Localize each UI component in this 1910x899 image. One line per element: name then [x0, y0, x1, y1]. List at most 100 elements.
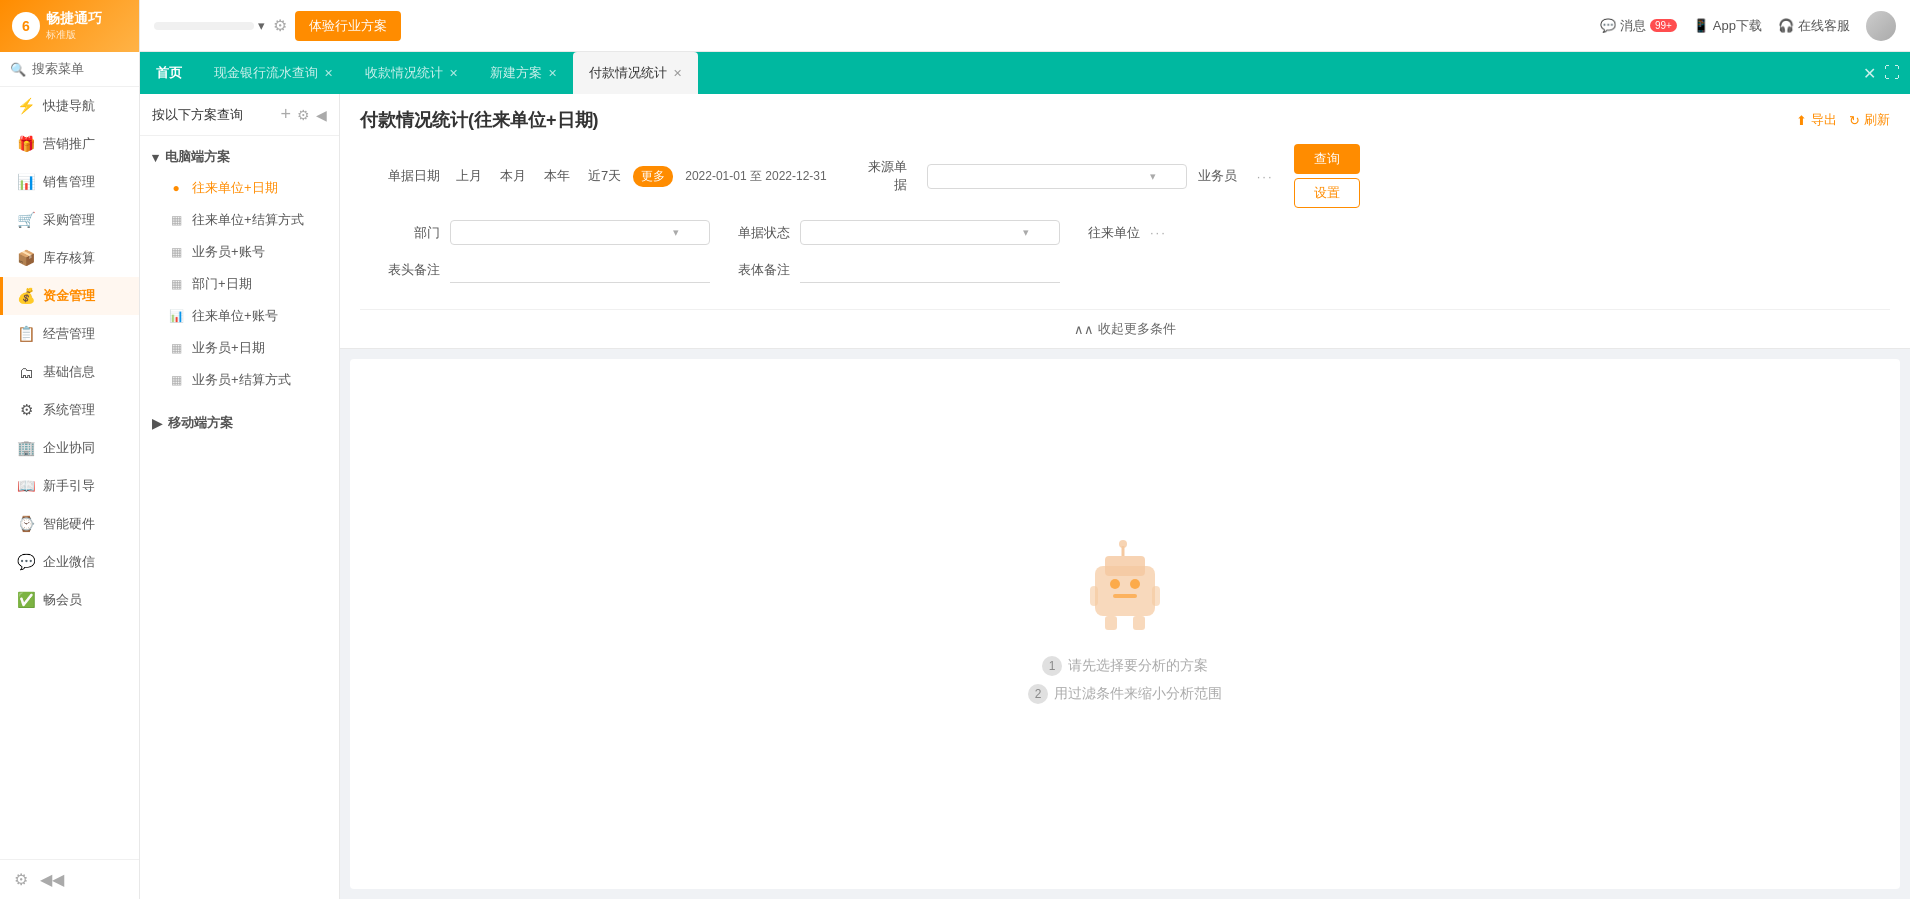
- collapse-sidebar-icon[interactable]: ◀◀: [40, 870, 64, 889]
- dept-dropdown-arrow: ▾: [673, 226, 679, 239]
- scheme-item-staff-settle[interactable]: ▦ 业务员+结算方式: [140, 364, 339, 396]
- tab-new-scheme[interactable]: 新建方案 ✕: [474, 52, 573, 94]
- scheme-settings-btn[interactable]: ⚙: [297, 107, 310, 123]
- hint-num-2: 2: [1028, 684, 1048, 704]
- refresh-icon: ↻: [1849, 113, 1860, 128]
- sidebar-item-hardware[interactable]: ⌚ 智能硬件: [0, 505, 139, 543]
- scheme-item-dept-date[interactable]: ▦ 部门+日期: [140, 268, 339, 300]
- sidebar-item-guide[interactable]: 📖 新手引导: [0, 467, 139, 505]
- tab-new-scheme-label: 新建方案: [490, 64, 542, 82]
- basic-icon: 🗂: [17, 363, 35, 381]
- collapse-more-row: ∧∧ 收起更多条件: [360, 309, 1890, 348]
- sidebar-item-wechat[interactable]: 💬 企业微信: [0, 543, 139, 581]
- header-note-label: 表头备注: [380, 261, 450, 279]
- tab-new-scheme-close[interactable]: ✕: [548, 67, 557, 80]
- refresh-btn[interactable]: ↻ 刷新: [1849, 111, 1890, 129]
- sidebar-item-sales[interactable]: 📊 销售管理: [0, 163, 139, 201]
- app-download-label: App下载: [1713, 17, 1762, 35]
- desktop-group-label: 电脑端方案: [165, 148, 230, 166]
- status-select[interactable]: ▾: [800, 220, 1060, 245]
- collapse-icon: ∧∧: [1074, 322, 1094, 337]
- settings-outline-btn[interactable]: 设置: [1294, 178, 1360, 208]
- company-name: [154, 22, 254, 30]
- staff-settle-label: 业务员+结算方式: [192, 371, 291, 389]
- sidebar-label-sales: 销售管理: [43, 173, 95, 191]
- scheme-collapse-btn[interactable]: ◀: [316, 107, 327, 123]
- body-note-input[interactable]: [800, 257, 1060, 283]
- partner-date-icon: ●: [168, 180, 184, 196]
- scheme-item-partner-date[interactable]: ● 往来单位+日期: [140, 172, 339, 204]
- hardware-icon: ⌚: [17, 515, 35, 533]
- dept-date-label: 部门+日期: [192, 275, 252, 293]
- sidebar-label-system: 系统管理: [43, 401, 95, 419]
- staff-filter-dots[interactable]: ···: [1257, 169, 1274, 184]
- desktop-group-header[interactable]: ▾ 电脑端方案: [140, 142, 339, 172]
- staff-date-label: 业务员+日期: [192, 339, 265, 357]
- sidebar-item-inventory[interactable]: 📦 库存核算: [0, 239, 139, 277]
- search-menu[interactable]: 🔍 搜索菜单: [0, 52, 139, 87]
- sidebar-item-purchase[interactable]: 🛒 采购管理: [0, 201, 139, 239]
- date-last-month-btn[interactable]: 上月: [450, 165, 488, 187]
- scheme-item-staff-date[interactable]: ▦ 业务员+日期: [140, 332, 339, 364]
- add-scheme-btn[interactable]: +: [280, 104, 291, 125]
- close-all-tabs-btn[interactable]: ✕: [1863, 64, 1876, 83]
- mobile-group-header[interactable]: ▶ 移动端方案: [140, 408, 339, 438]
- sidebar-item-system[interactable]: ⚙ 系统管理: [0, 391, 139, 429]
- dept-select[interactable]: ▾: [450, 220, 710, 245]
- sidebar-item-operation[interactable]: 📋 经营管理: [0, 315, 139, 353]
- online-service-btn[interactable]: 🎧 在线客服: [1778, 17, 1850, 35]
- source-select[interactable]: ▾: [927, 164, 1187, 189]
- purchase-icon: 🛒: [17, 211, 35, 229]
- page-header-actions: ⬆ 导出 ↻ 刷新: [1796, 111, 1890, 129]
- scheme-item-partner-account[interactable]: 📊 往来单位+账号: [140, 300, 339, 332]
- sidebar-item-basic[interactable]: 🗂 基础信息: [0, 353, 139, 391]
- scheme-item-staff-account[interactable]: ▦ 业务员+账号: [140, 236, 339, 268]
- collapse-more-btn[interactable]: ∧∧ 收起更多条件: [1074, 320, 1176, 338]
- tab-bank-flow[interactable]: 现金银行流水查询 ✕: [198, 52, 349, 94]
- collapse-label: 收起更多条件: [1098, 320, 1176, 338]
- user-avatar[interactable]: [1866, 11, 1896, 41]
- company-selector[interactable]: ▾: [154, 18, 265, 33]
- expand-tabs-btn[interactable]: ⛶: [1884, 64, 1900, 82]
- partner-filter-dots[interactable]: ···: [1150, 225, 1167, 240]
- logo-letter: 6: [22, 18, 30, 34]
- mobile-group-label: 移动端方案: [168, 414, 233, 432]
- app-download-btn[interactable]: 📱 App下载: [1693, 17, 1762, 35]
- export-btn[interactable]: ⬆ 导出: [1796, 111, 1837, 129]
- tab-home[interactable]: 首页: [140, 52, 198, 94]
- sidebar-item-member[interactable]: ✅ 畅会员: [0, 581, 139, 619]
- date-buttons: 上月 本月 本年 近7天 更多 2022-01-01 至 2022-12-31: [450, 165, 827, 187]
- tab-collection-close[interactable]: ✕: [449, 67, 458, 80]
- sidebar-item-quick-nav[interactable]: ⚡ 快捷导航: [0, 87, 139, 125]
- tab-collection-label: 收款情况统计: [365, 64, 443, 82]
- query-btn[interactable]: 查询: [1294, 144, 1360, 174]
- trial-btn[interactable]: 体验行业方案: [295, 11, 401, 41]
- sidebar-item-capital[interactable]: 💰 资金管理: [0, 277, 139, 315]
- sidebar-logo: 6 畅捷通巧 标准版: [0, 0, 139, 52]
- tab-collection[interactable]: 收款情况统计 ✕: [349, 52, 474, 94]
- scheme-item-partner-settle[interactable]: ▦ 往来单位+结算方式: [140, 204, 339, 236]
- date-this-year-btn[interactable]: 本年: [538, 165, 576, 187]
- partner-settle-icon: ▦: [168, 212, 184, 228]
- tab-payment-stat[interactable]: 付款情况统计 ✕: [573, 52, 698, 94]
- messages-btn[interactable]: 💬 消息 99+: [1600, 17, 1677, 35]
- sidebar-item-enterprise[interactable]: 🏢 企业协同: [0, 429, 139, 467]
- date-this-month-btn[interactable]: 本月: [494, 165, 532, 187]
- date-filter-label: 单据日期: [380, 167, 450, 185]
- service-icon: 🎧: [1778, 18, 1794, 33]
- search-icon: 🔍: [10, 62, 26, 77]
- message-badge: 99+: [1650, 19, 1677, 32]
- dropdown-arrow-icon: ▾: [258, 18, 265, 33]
- topbar-settings-icon[interactable]: ⚙: [273, 16, 287, 35]
- settings-bottom-icon[interactable]: ⚙: [14, 870, 28, 889]
- tab-bank-flow-close[interactable]: ✕: [324, 67, 333, 80]
- date-last-7-days-btn[interactable]: 近7天: [582, 165, 627, 187]
- svg-point-3: [1130, 579, 1140, 589]
- date-more-btn[interactable]: 更多: [633, 166, 673, 187]
- export-label: 导出: [1811, 111, 1837, 129]
- scheme-header-actions: + ⚙ ◀: [280, 104, 327, 125]
- sidebar-label-purchase: 采购管理: [43, 211, 95, 229]
- header-note-input[interactable]: [450, 257, 710, 283]
- sidebar-item-marketing[interactable]: 🎁 营销推广: [0, 125, 139, 163]
- tab-payment-stat-close[interactable]: ✕: [673, 67, 682, 80]
